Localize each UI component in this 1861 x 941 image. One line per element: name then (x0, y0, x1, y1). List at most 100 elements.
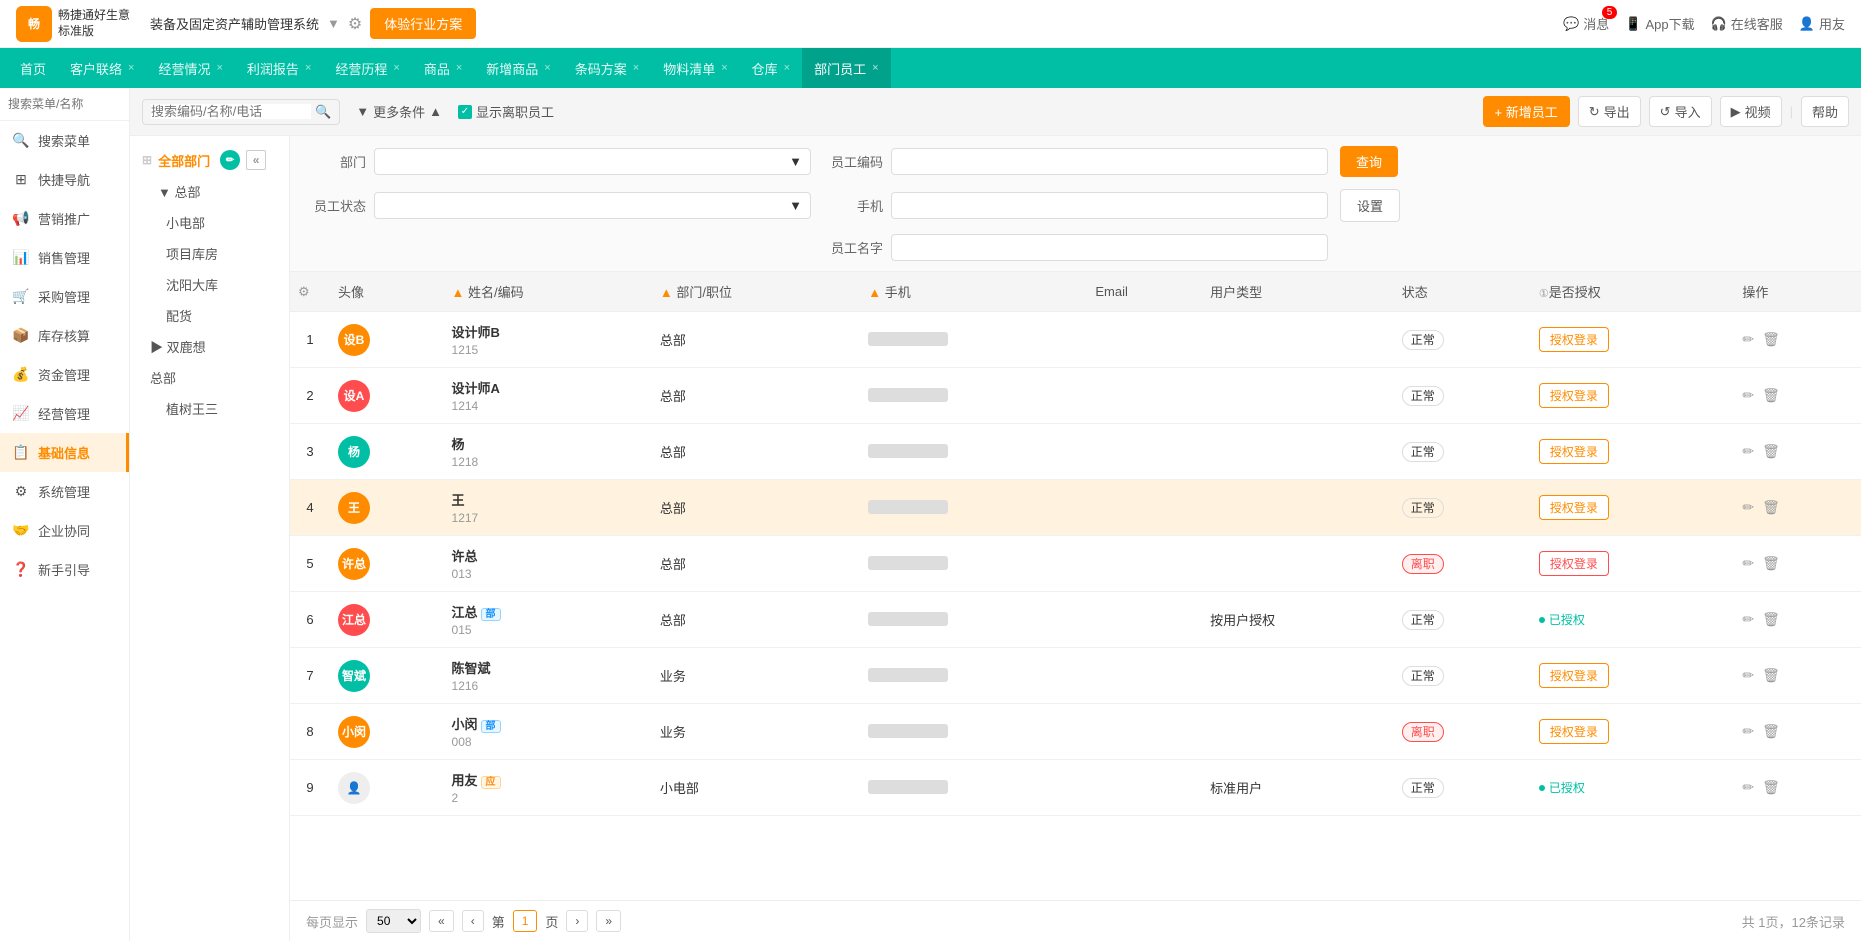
edit-button[interactable]: ✏ (1742, 443, 1754, 460)
message-button[interactable]: 💬 消息 5 (1563, 14, 1609, 33)
sidebar-item-search[interactable]: 🔍搜索菜单 (0, 121, 129, 160)
trial-button[interactable]: 体验行业方案 (370, 8, 476, 39)
auth-button[interactable]: 授权登录 (1539, 383, 1609, 408)
tab-home[interactable]: 首页 (8, 48, 58, 88)
dept-item-project[interactable]: 项目库房 (130, 238, 289, 269)
edit-button[interactable]: ✏ (1742, 779, 1754, 796)
per-page-select[interactable]: 50 100 (366, 909, 421, 933)
sidebar-item-sales[interactable]: 📊销售管理 (0, 238, 129, 277)
app-download-button[interactable]: 📱 App下载 (1625, 14, 1694, 33)
last-page-button[interactable]: » (596, 910, 621, 932)
filter-dept-select[interactable]: ▼ (374, 148, 811, 175)
user-avatar[interactable]: 👤 用友 (1799, 14, 1845, 33)
auth-button[interactable]: 授权登录 (1539, 551, 1609, 576)
sidebar-item-basic[interactable]: 📋基础信息 (0, 433, 129, 472)
filter-phone-input[interactable] (891, 192, 1328, 219)
tab-new-goods[interactable]: 新增商品 × (474, 48, 562, 88)
edit-button[interactable]: ✏ (1742, 555, 1754, 572)
sidebar-item-collab[interactable]: 🤝企业协同 (0, 511, 129, 550)
dept-all-button[interactable]: ⊞ 全部部门 ✏ « (130, 144, 289, 176)
edit-button[interactable]: ✏ (1742, 611, 1754, 628)
edit-button[interactable]: ✏ (1742, 667, 1754, 684)
sidebar-item-purchase[interactable]: 🛒采购管理 (0, 277, 129, 316)
tab-dept-staff[interactable]: 部门员工 × (802, 48, 890, 88)
sidebar-item-guide[interactable]: ❓新手引导 (0, 550, 129, 589)
cell-no: 1 (290, 312, 330, 368)
search-box[interactable]: 🔍 (142, 99, 340, 125)
auth-button[interactable]: 授权登录 (1539, 495, 1609, 520)
add-employee-button[interactable]: + 新增员工 (1483, 96, 1570, 127)
cell-status: 正常 (1394, 648, 1531, 704)
edit-button[interactable]: ✏ (1742, 499, 1754, 516)
checkbox-show-resigned[interactable]: ✓ (458, 105, 472, 119)
delete-button[interactable]: 🗑 (1762, 779, 1780, 796)
col-settings[interactable]: ⚙ (290, 272, 330, 312)
more-filter-button[interactable]: ▼ 更多条件 ▲ (348, 98, 450, 125)
dept-item-zongbu[interactable]: ▼ 总部 (130, 176, 289, 207)
col-phone[interactable]: ▲ 手机 (860, 272, 1087, 312)
first-page-button[interactable]: « (429, 910, 454, 932)
sidebar-item-marketing[interactable]: 📢营销推广 (0, 199, 129, 238)
dept-item-zongbu2[interactable]: 总部 (130, 362, 289, 393)
tab-customer[interactable]: 客户联络 × (58, 48, 146, 88)
tab-process[interactable]: 经营历程 × (323, 48, 411, 88)
next-page-button[interactable]: › (566, 910, 588, 932)
delete-button[interactable]: 🗑 (1762, 387, 1780, 404)
auth-button[interactable]: 授权登录 (1539, 327, 1609, 352)
search-input[interactable] (151, 104, 311, 119)
auth-button[interactable]: 授权登录 (1539, 439, 1609, 464)
help-button[interactable]: 帮助 (1801, 96, 1849, 127)
dept-item-peihuo[interactable]: 配货 (130, 300, 289, 331)
show-resigned-toggle[interactable]: ✓ 显示离职员工 (458, 102, 554, 121)
dept-item-shuanglu[interactable]: ▶ 双鹿想 (130, 331, 289, 362)
auth-button[interactable]: 授权登录 (1539, 719, 1609, 744)
sidebar-item-nav[interactable]: ⊞快捷导航 (0, 160, 129, 199)
sidebar-search-input[interactable] (8, 97, 130, 111)
purchase-icon: 🛒 (12, 288, 30, 306)
filter-empname-input[interactable] (891, 234, 1328, 261)
filter-status-label: 员工状态 (306, 196, 366, 215)
delete-button[interactable]: 🗑 (1762, 499, 1780, 516)
tab-warehouse[interactable]: 仓库 × (740, 48, 802, 88)
prev-page-button[interactable]: ‹ (462, 910, 484, 932)
sidebar-item-system[interactable]: ⚙系统管理 (0, 472, 129, 511)
auth-button[interactable]: 授权登录 (1539, 663, 1609, 688)
dept-item-zhishu[interactable]: 植树王三 (130, 393, 289, 424)
online-service-button[interactable]: 🎧 在线客服 (1711, 14, 1783, 33)
tab-bom[interactable]: 物料清单 × (651, 48, 739, 88)
dept-item-shenyang[interactable]: 沈阳大库 (130, 269, 289, 300)
tab-goods[interactable]: 商品 × (412, 48, 474, 88)
delete-button[interactable]: 🗑 (1762, 331, 1780, 348)
query-button[interactable]: 查询 (1340, 146, 1398, 177)
tab-barcode[interactable]: 条码方案 × (563, 48, 651, 88)
export-button[interactable]: ↻ 导出 (1578, 96, 1641, 127)
dept-item-xiaodian[interactable]: 小电部 (130, 207, 289, 238)
filter-status-select[interactable]: ▼ (374, 192, 811, 219)
sidebar-item-finance[interactable]: 💰资金管理 (0, 355, 129, 394)
filter-empcode-input[interactable] (891, 148, 1328, 175)
video-button[interactable]: ▶ 视频 (1720, 96, 1782, 127)
edit-button[interactable]: ✏ (1742, 331, 1754, 348)
col-name[interactable]: ▲ 姓名/编码 (444, 272, 652, 312)
edit-button[interactable]: ✏ (1742, 723, 1754, 740)
system-title-dropdown-icon[interactable]: ▼ (327, 16, 340, 31)
dept-panel: ⊞ 全部部门 ✏ « ▼ 总部 小电部 项目库房 沈阳大库 配货 ▶ 双鹿想 总… (130, 136, 290, 941)
tab-operation[interactable]: 经营情况 × (146, 48, 234, 88)
col-dept[interactable]: ▲ 部门/职位 (652, 272, 860, 312)
settings-icon[interactable]: ⚙ (348, 14, 362, 34)
current-page[interactable]: 1 (513, 910, 538, 932)
delete-button[interactable]: 🗑 (1762, 723, 1780, 740)
delete-button[interactable]: 🗑 (1762, 667, 1780, 684)
edit-button[interactable]: ✏ (1742, 387, 1754, 404)
sidebar-item-biz[interactable]: 📈经营管理 (0, 394, 129, 433)
sidebar-item-inventory[interactable]: 📦库存核算 (0, 316, 129, 355)
delete-button[interactable]: 🗑 (1762, 555, 1780, 572)
tab-profit[interactable]: 利润报告 × (235, 48, 323, 88)
delete-button[interactable]: 🗑 (1762, 611, 1780, 628)
set-button[interactable]: 设置 (1340, 189, 1400, 222)
delete-button[interactable]: 🗑 (1762, 443, 1780, 460)
dept-collapse-button[interactable]: « (246, 150, 266, 170)
import-button[interactable]: ↺ 导入 (1649, 96, 1712, 127)
sidebar-search-box[interactable]: 🔍 (0, 88, 129, 121)
dept-edit-button[interactable]: ✏ (220, 150, 240, 170)
